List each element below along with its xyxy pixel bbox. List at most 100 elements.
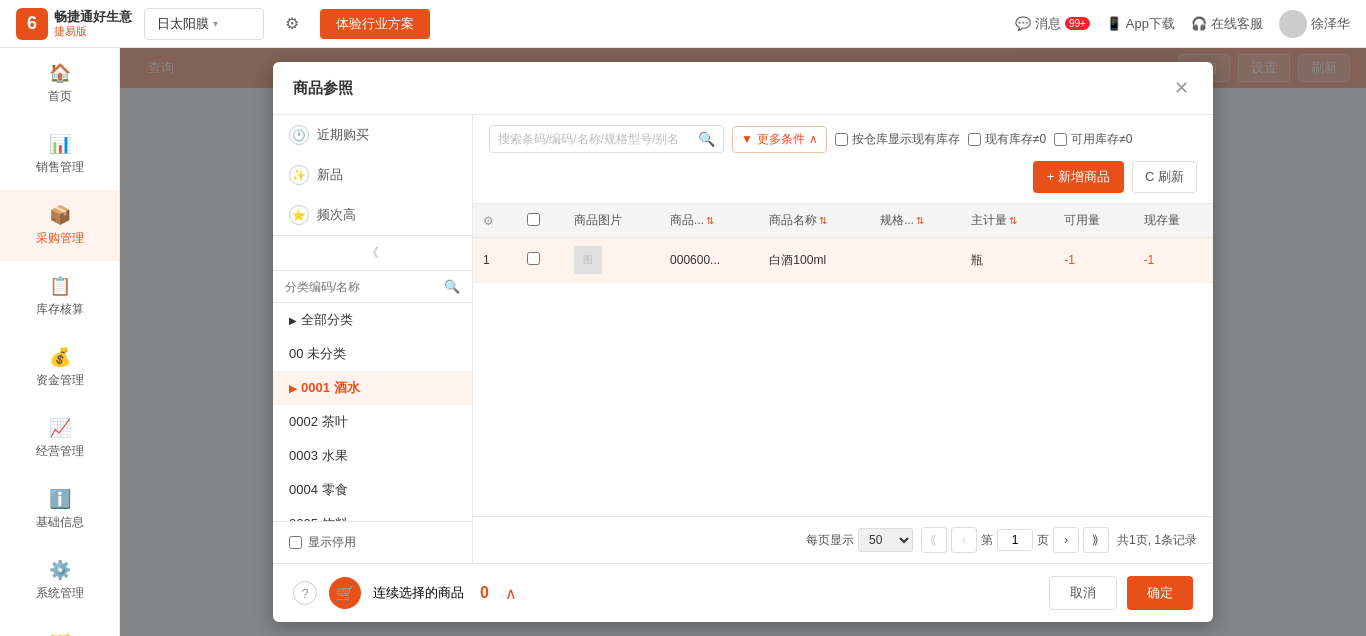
show-disabled-checkbox[interactable] xyxy=(289,536,302,549)
stock-filter[interactable]: 现有库存≠0 xyxy=(968,131,1046,148)
col-unit[interactable]: 主计量⇅ xyxy=(961,204,1055,238)
new-icon: ✨ xyxy=(289,165,309,185)
search-button[interactable]: 🔍 xyxy=(690,126,723,152)
usable-checkbox[interactable] xyxy=(1054,133,1067,146)
warehouse-filter[interactable]: 按仓库显示现有库存 xyxy=(835,131,960,148)
show-disabled-label: 显示停用 xyxy=(308,534,356,551)
cat-item-0002[interactable]: 0002 茶叶 xyxy=(273,405,472,439)
next-page-button[interactable]: › xyxy=(1053,527,1079,553)
sidebar-item-sales[interactable]: 📊 销售管理 xyxy=(0,119,119,190)
confirm-button[interactable]: 确定 xyxy=(1127,576,1193,610)
cell-name: 白酒100ml xyxy=(759,238,870,283)
refresh-button[interactable]: C 刷新 xyxy=(1132,161,1197,193)
cat-item-0004[interactable]: 0004 零食 xyxy=(273,473,472,507)
cat-label-0003: 0003 水果 xyxy=(289,447,348,465)
app-download-button[interactable]: 📱 App下载 xyxy=(1106,15,1175,33)
page-total: 共1页, 1条记录 xyxy=(1117,532,1197,549)
sidebar-item-collab[interactable]: 🤝 企业协同 xyxy=(0,616,119,636)
row-checkbox[interactable] xyxy=(527,252,540,265)
sidebar-item-operation[interactable]: 📈 经营管理 xyxy=(0,403,119,474)
clock-icon: 🕐 xyxy=(289,125,309,145)
page-size-select[interactable]: 50 100 200 xyxy=(858,528,913,552)
page-size-label: 每页显示 xyxy=(806,532,854,549)
inventory-icon: 📋 xyxy=(49,275,71,297)
sort-name-icon: ⇅ xyxy=(819,215,827,226)
cat-item-all[interactable]: ▶ 全部分类 xyxy=(273,303,472,337)
cart-button[interactable]: 🛒 xyxy=(329,577,361,609)
page-label: 页 xyxy=(1037,532,1049,549)
help-icon[interactable]: ? xyxy=(293,581,317,605)
cat-item-00[interactable]: 00 未分类 xyxy=(273,337,472,371)
cancel-button[interactable]: 取消 xyxy=(1049,576,1117,610)
tab-frequent[interactable]: ⭐ 频次高 xyxy=(273,195,472,235)
chevron-down-icon: ▾ xyxy=(213,18,218,29)
chevron-left-icon: 《 xyxy=(366,244,379,262)
tab-recent-label: 近期购买 xyxy=(317,126,369,144)
cell-unit: 瓶 xyxy=(961,238,1055,283)
show-disabled-toggle[interactable]: 显示停用 xyxy=(273,521,472,563)
collab-icon: 🤝 xyxy=(49,630,71,636)
sidebar-item-system[interactable]: ⚙️ 系统管理 xyxy=(0,545,119,616)
tab-frequent-label: 频次高 xyxy=(317,206,356,224)
system-icon: ⚙️ xyxy=(49,559,71,581)
last-page-button[interactable]: ⟫ xyxy=(1083,527,1109,553)
warehouse-checkbox[interactable] xyxy=(835,133,848,146)
col-name[interactable]: 商品名称⇅ xyxy=(759,204,870,238)
modal-overlay: 商品参照 ✕ 🕐 近期购买 ✨ 新 xyxy=(120,48,1366,636)
collapse-icon[interactable]: ∧ xyxy=(505,584,517,603)
cat-item-0005[interactable]: 0005 饮料 xyxy=(273,507,472,521)
page-number-input[interactable] xyxy=(997,529,1033,551)
cell-checkbox xyxy=(517,238,564,283)
cat-item-0001[interactable]: ▶ 0001 酒水 xyxy=(273,371,472,405)
more-filter-button[interactable]: ▼ 更多条件 ∧ xyxy=(732,126,827,153)
table-row[interactable]: 1 图 xyxy=(473,238,1213,283)
experience-button[interactable]: 体验行业方案 xyxy=(320,9,430,39)
toolbar-right: + 新增商品 C 刷新 xyxy=(1033,161,1197,193)
user-avatar[interactable]: 徐泽华 xyxy=(1279,10,1350,38)
add-product-button[interactable]: + 新增商品 xyxy=(1033,161,1124,193)
sidebar-item-purchase[interactable]: 📦 采购管理 xyxy=(0,190,119,261)
col-settings[interactable]: ⚙ xyxy=(473,204,517,238)
cat-item-0003[interactable]: 0003 水果 xyxy=(273,439,472,473)
modal-main: 🔍 ▼ 更多条件 ∧ 按仓库显示现有库存 xyxy=(473,115,1213,563)
side-tabs: 🕐 近期购买 ✨ 新品 ⭐ 频次高 xyxy=(273,115,472,236)
sidebar-item-basics[interactable]: ℹ️ 基础信息 xyxy=(0,474,119,545)
username: 徐泽华 xyxy=(1311,15,1350,33)
first-page-button[interactable]: ⟪ xyxy=(921,527,947,553)
collapse-sidebar-button[interactable]: 《 xyxy=(273,236,472,271)
category-search-input[interactable] xyxy=(285,280,438,294)
online-service-button[interactable]: 🎧 在线客服 xyxy=(1191,15,1263,33)
category-list: ▶ 全部分类 00 未分类 ▶ 0001 酒水 0002 茶 xyxy=(273,303,472,521)
sidebar-item-inventory[interactable]: 📋 库存核算 xyxy=(0,261,119,332)
close-icon[interactable]: ✕ xyxy=(1169,76,1193,100)
sidebar-item-finance[interactable]: 💰 资金管理 xyxy=(0,332,119,403)
messages-button[interactable]: 💬 消息 99+ xyxy=(1015,15,1090,33)
product-search-input[interactable] xyxy=(490,127,690,151)
modal-toolbar: 🔍 ▼ 更多条件 ∧ 按仓库显示现有库存 xyxy=(473,115,1213,204)
stock-checkbox[interactable] xyxy=(968,133,981,146)
logo-icon: 6 xyxy=(16,8,48,40)
company-selector[interactable]: 日太阳膜 ▾ xyxy=(144,8,264,40)
col-code[interactable]: 商品...⇅ xyxy=(660,204,759,238)
finance-icon: 💰 xyxy=(49,346,71,368)
tab-recent[interactable]: 🕐 近期购买 xyxy=(273,115,472,155)
sidebar-label-inventory: 库存核算 xyxy=(36,301,84,318)
prev-page-button[interactable]: ‹ xyxy=(951,527,977,553)
page-size-selector: 每页显示 50 100 200 xyxy=(806,528,913,552)
product-reference-modal: 商品参照 ✕ 🕐 近期购买 ✨ 新 xyxy=(273,62,1213,622)
settings-icon[interactable]: ⚙ xyxy=(276,8,308,40)
modal-sidebar: 🕐 近期购买 ✨ 新品 ⭐ 频次高 xyxy=(273,115,473,563)
col-spec[interactable]: 规格...⇅ xyxy=(870,204,961,238)
cat-label-00: 00 未分类 xyxy=(289,345,346,363)
select-all-checkbox[interactable] xyxy=(527,213,540,226)
top-nav: 6 畅捷通好生意 捷易版 日太阳膜 ▾ ⚙ 体验行业方案 💬 消息 99+ 📱 … xyxy=(0,0,1366,48)
usable-filter[interactable]: 可用库存≠0 xyxy=(1054,131,1132,148)
sidebar-label-operation: 经营管理 xyxy=(36,443,84,460)
sidebar-item-home[interactable]: 🏠 首页 xyxy=(0,48,119,119)
cat-label-0001: 0001 酒水 xyxy=(301,379,360,397)
search-icon[interactable]: 🔍 xyxy=(444,279,460,294)
filter-label: 更多条件 xyxy=(757,131,805,148)
avatar xyxy=(1279,10,1307,38)
tab-new[interactable]: ✨ 新品 xyxy=(273,155,472,195)
modal-header: 商品参照 ✕ xyxy=(273,62,1213,115)
